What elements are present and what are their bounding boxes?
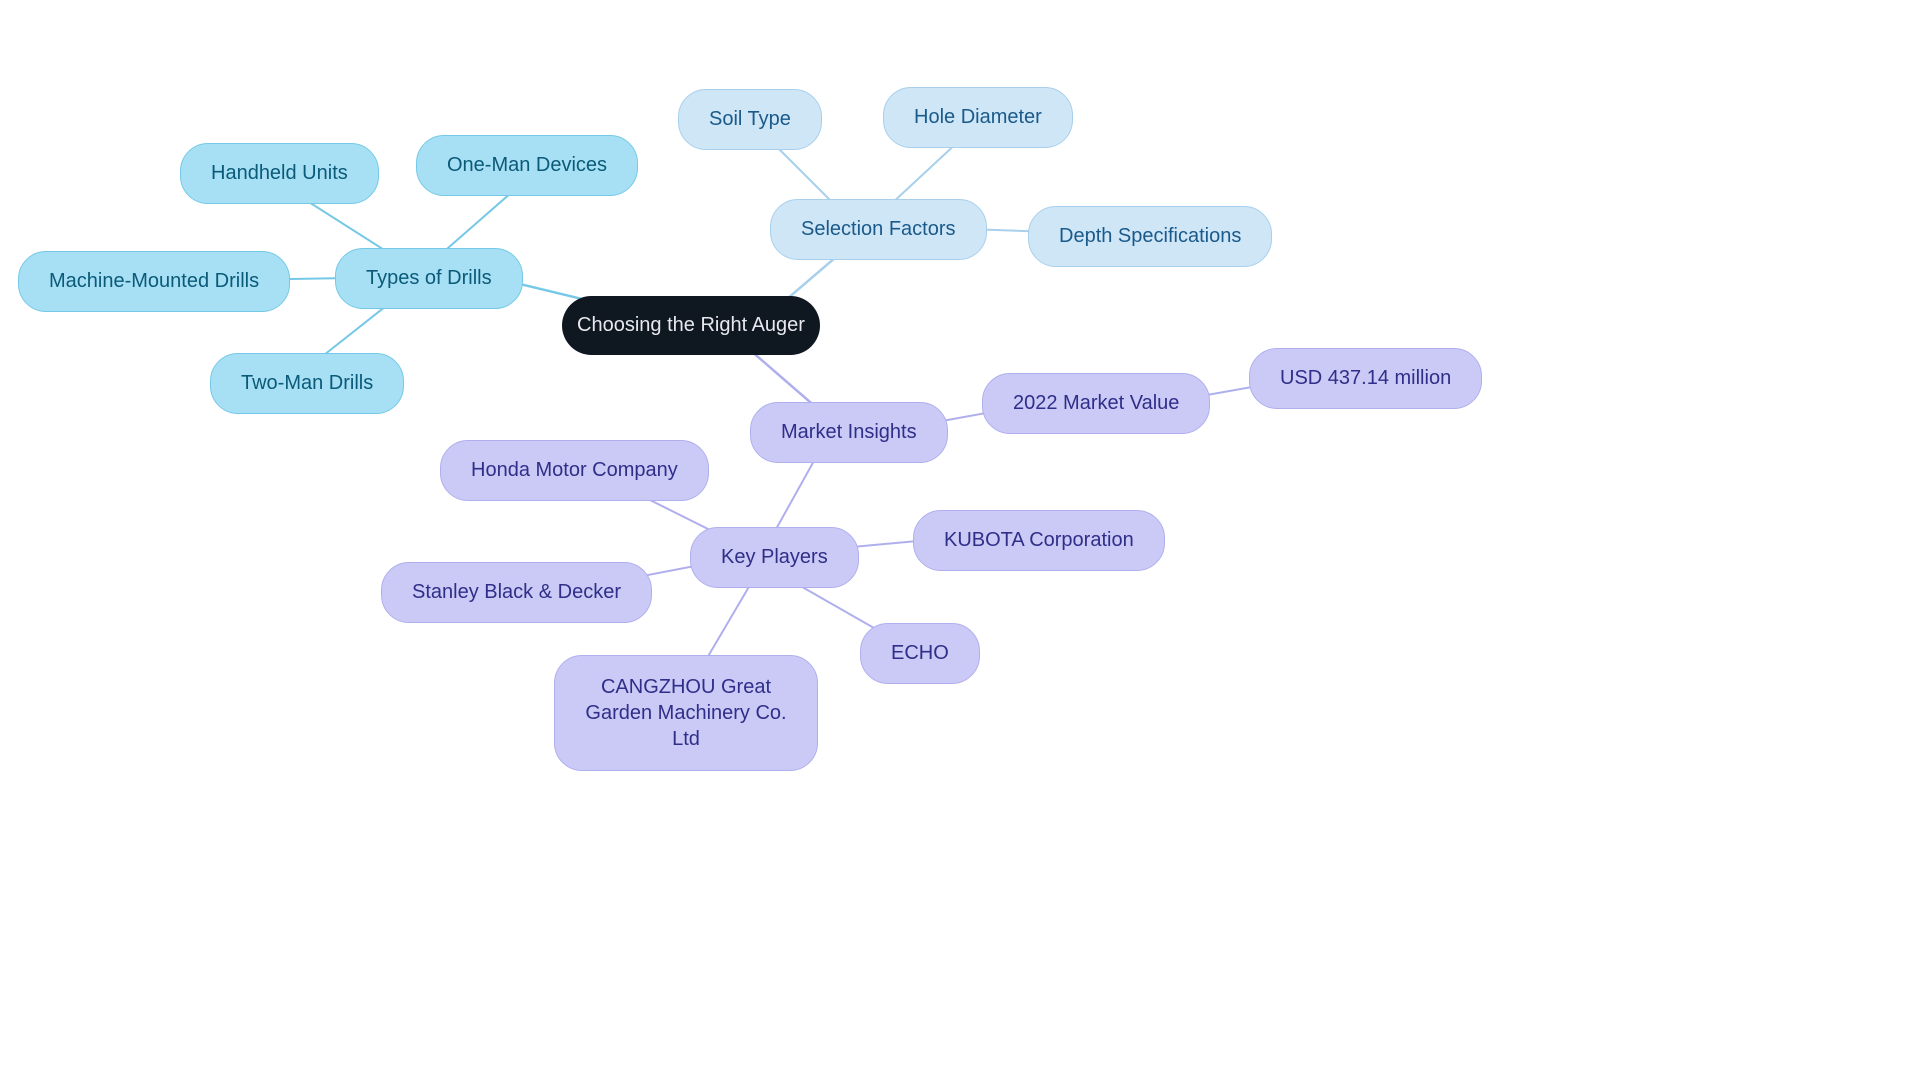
echo-label: ECHO [891,642,949,665]
value2022-node[interactable]: 2022 Market Value [982,373,1210,434]
root-label: Choosing the Right Auger [577,314,805,337]
depth-label: Depth Specifications [1059,225,1241,248]
diameter-label: Hole Diameter [914,106,1042,129]
types-label: Types of Drills [366,267,492,290]
kubota-label: KUBOTA Corporation [944,529,1134,552]
players-label: Key Players [721,546,828,569]
value2022-label: 2022 Market Value [1013,392,1179,415]
machine-node[interactable]: Machine-Mounted Drills [18,251,290,312]
factors-label: Selection Factors [801,218,956,241]
cangzhou-label: CANGZHOU Great Garden Machinery Co. Ltd [585,674,787,752]
twoman-node[interactable]: Two-Man Drills [210,353,404,414]
stanley-node[interactable]: Stanley Black & Decker [381,562,652,623]
market-label: Market Insights [781,421,917,444]
soil-node[interactable]: Soil Type [678,89,822,150]
stanley-label: Stanley Black & Decker [412,581,621,604]
oneman-label: One-Man Devices [447,154,607,177]
usd-node[interactable]: USD 437.14 million [1249,348,1482,409]
handheld-node[interactable]: Handheld Units [180,143,379,204]
twoman-label: Two-Man Drills [241,372,373,395]
diameter-node[interactable]: Hole Diameter [883,87,1073,148]
players-node[interactable]: Key Players [690,527,859,588]
honda-label: Honda Motor Company [471,459,678,482]
honda-node[interactable]: Honda Motor Company [440,440,709,501]
soil-label: Soil Type [709,108,791,131]
oneman-node[interactable]: One-Man Devices [416,135,638,196]
usd-label: USD 437.14 million [1280,367,1451,390]
kubota-node[interactable]: KUBOTA Corporation [913,510,1165,571]
market-node[interactable]: Market Insights [750,402,948,463]
echo-node[interactable]: ECHO [860,623,980,684]
root-node[interactable]: Choosing the Right Auger [562,296,820,355]
machine-label: Machine-Mounted Drills [49,270,259,293]
handheld-label: Handheld Units [211,162,348,185]
cangzhou-node[interactable]: CANGZHOU Great Garden Machinery Co. Ltd [554,655,818,771]
depth-node[interactable]: Depth Specifications [1028,206,1272,267]
types-node[interactable]: Types of Drills [335,248,523,309]
factors-node[interactable]: Selection Factors [770,199,987,260]
